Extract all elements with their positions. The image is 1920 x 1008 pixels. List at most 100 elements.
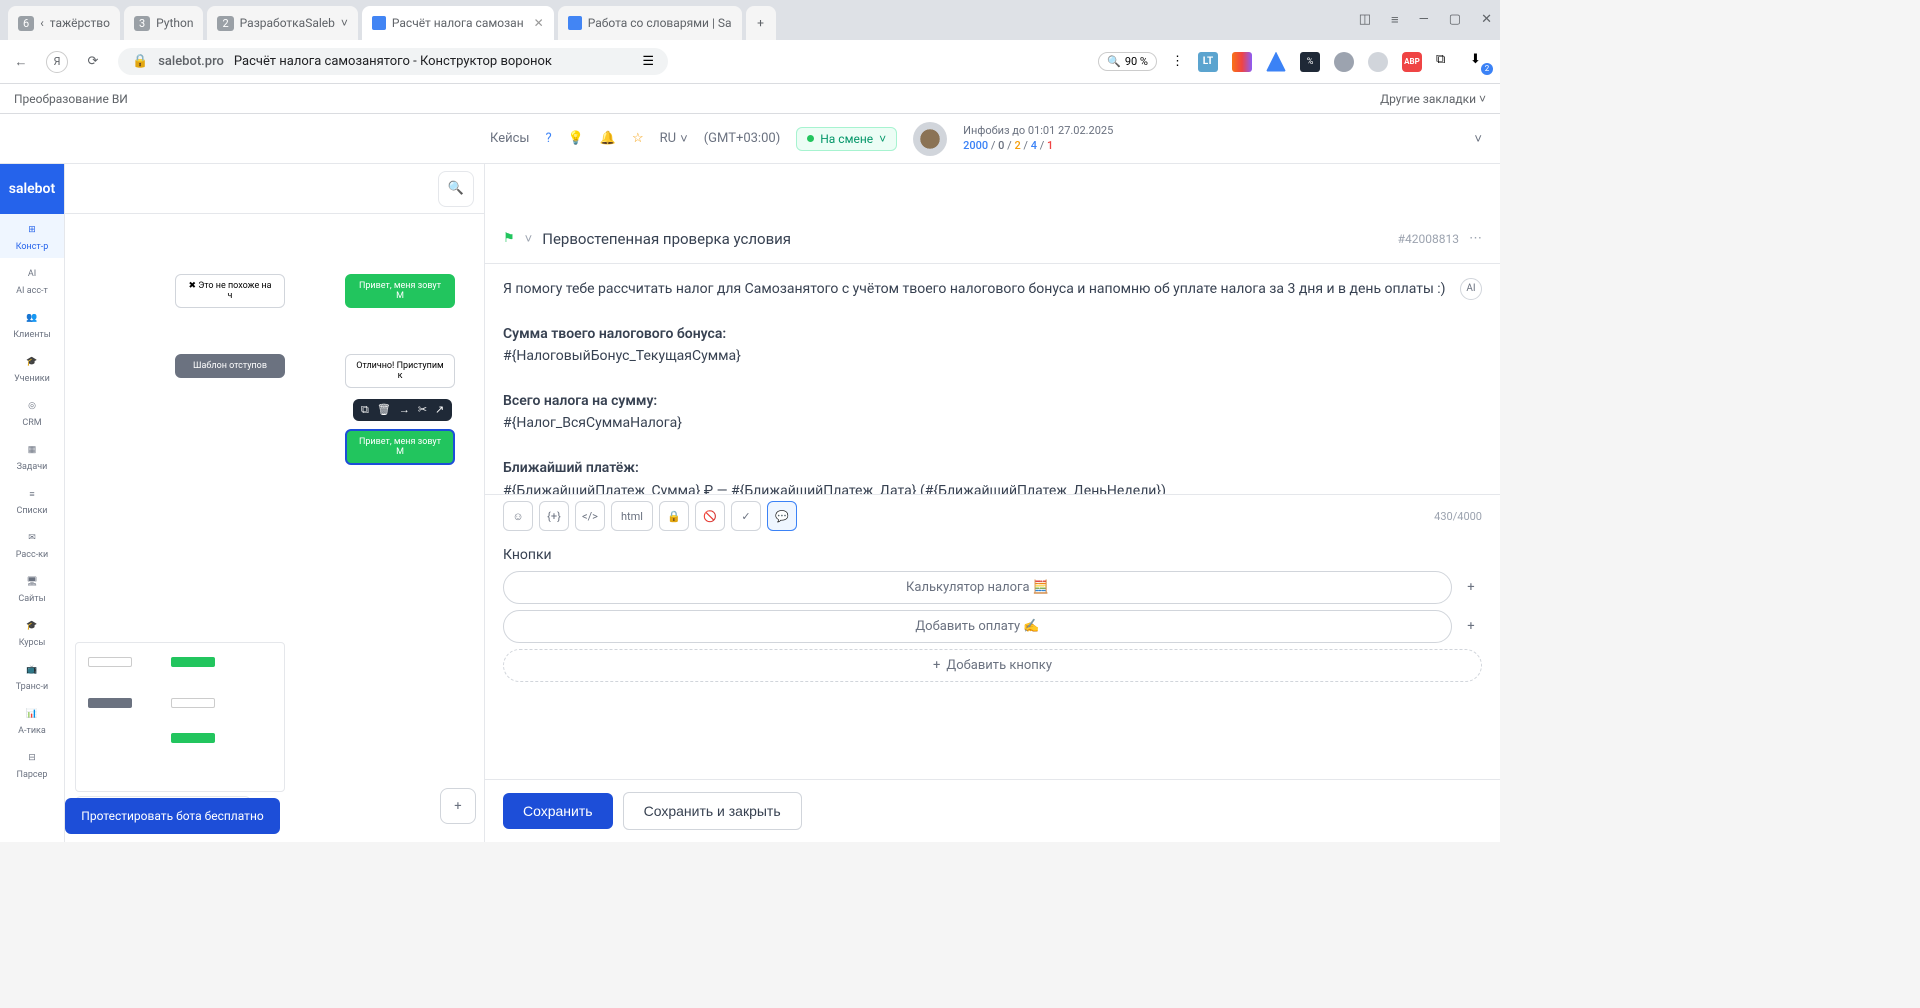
comment-icon[interactable]: 💬 xyxy=(767,501,797,531)
mailings-icon: ✉ xyxy=(22,528,42,548)
bot-button-2[interactable]: Добавить оплату ✍️ xyxy=(503,610,1452,643)
yandex-icon[interactable]: Я xyxy=(46,51,68,73)
save-close-button[interactable]: Сохранить и закрыть xyxy=(623,792,802,830)
sidebar-item-ai[interactable]: AIAI асс-т xyxy=(0,258,64,302)
flow-node-error[interactable]: ✖ Это не похоже на ч xyxy=(175,274,285,308)
sidebar-item-streams[interactable]: 📺Транс-и xyxy=(0,654,64,698)
back-icon[interactable]: ← xyxy=(10,51,32,73)
flow-node-hello[interactable]: Привет, меня зовут М xyxy=(345,274,455,308)
app-logo[interactable]: salebot xyxy=(0,164,64,214)
ext-send-icon[interactable] xyxy=(1266,52,1286,72)
help-icon[interactable]: ? xyxy=(545,131,551,146)
char-count: 430/4000 xyxy=(1434,510,1482,523)
code-icon[interactable]: </> xyxy=(575,501,605,531)
ai-icon: AI xyxy=(22,264,42,284)
ext-globe-icon[interactable] xyxy=(1334,52,1354,72)
status-select[interactable]: На смене ˅ xyxy=(796,127,897,151)
save-button[interactable]: Сохранить xyxy=(503,793,613,829)
ext-puzzle-icon[interactable]: ⧉ xyxy=(1436,52,1456,72)
check-icon[interactable]: ✓ xyxy=(731,501,761,531)
zoom-indicator[interactable]: 🔍 90 % xyxy=(1098,52,1157,71)
avatar[interactable] xyxy=(913,122,947,156)
star-icon[interactable]: ☆ xyxy=(632,131,644,146)
sidebar-item-students[interactable]: 🎓Ученики xyxy=(0,346,64,390)
browser-tab[interactable]: 2РазработкаSaleb˅ xyxy=(207,6,357,40)
add-button-inline[interactable]: + xyxy=(1460,577,1482,599)
sidebar-item-analytics[interactable]: 📊А-тика xyxy=(0,698,64,742)
cut-icon[interactable]: ✂ xyxy=(418,403,427,417)
minimize-icon[interactable]: — xyxy=(1419,12,1429,28)
chevron-down-icon[interactable]: ˅ xyxy=(1474,131,1482,147)
flow-node-proceed[interactable]: Отлично! Приступим к xyxy=(345,354,455,388)
lock-icon[interactable]: 🔒 xyxy=(659,501,689,531)
browser-tab[interactable]: 3Python xyxy=(124,6,204,40)
copy-icon[interactable]: ⧉ xyxy=(361,403,369,417)
reader-icon[interactable]: ◫ xyxy=(1359,12,1371,28)
canvas-search-button[interactable]: 🔍 xyxy=(438,171,474,207)
flow-canvas[interactable]: ✖ Это не похоже на ч Привет, меня зовут … xyxy=(65,214,484,842)
browser-tab[interactable]: 6‹тажёрство xyxy=(8,6,120,40)
address-bar: ← Я ⟳ 🔒 salebot.pro Расчёт налога самоза… xyxy=(0,40,1500,84)
buttons-section: Кнопки Калькулятор налога 🧮 + Добавить о… xyxy=(485,537,1500,692)
other-bookmarks[interactable]: Другие закладки ˅ xyxy=(1380,92,1486,106)
bookmark-item[interactable]: Преобразование ВИ xyxy=(14,92,128,106)
message-editor[interactable]: AI Я помогу тебе рассчитать налог для Са… xyxy=(485,264,1500,494)
canvas-area[interactable]: 🔍 ✖ Это не похоже на ч Привет, меня зову… xyxy=(65,164,485,842)
ext-eq-icon[interactable] xyxy=(1232,52,1252,72)
bell-icon[interactable]: 🔔 xyxy=(600,131,616,146)
browser-tab[interactable]: Работа со словарями | Sa xyxy=(558,6,742,40)
kebab-icon[interactable]: ⋮ xyxy=(1171,54,1184,69)
browser-tab-active[interactable]: Расчёт налога самозан✕ xyxy=(362,6,554,40)
sidebar-item-clients[interactable]: 👥Клиенты xyxy=(0,302,64,346)
new-tab-button[interactable]: + xyxy=(746,6,776,40)
tab-close-icon[interactable]: ✕ xyxy=(534,16,544,30)
ext-circle-icon[interactable] xyxy=(1368,52,1388,72)
no-preview-icon[interactable]: 🚫 xyxy=(695,501,725,531)
sidebar-item-parser[interactable]: ⊟Парсер xyxy=(0,742,64,786)
lang-select[interactable]: RU ˅ xyxy=(660,131,688,147)
chevron-down-icon[interactable]: ˅ xyxy=(525,231,533,247)
ai-assist-icon[interactable]: AI xyxy=(1460,278,1482,300)
flow-node-selected[interactable]: Привет, меня зовут М xyxy=(345,429,455,465)
editor-panel: ⚑ ˅ Первостепенная проверка условия #420… xyxy=(485,164,1500,842)
cases-link[interactable]: Кейсы xyxy=(490,131,529,146)
html-toggle[interactable]: html xyxy=(611,501,653,531)
sidebar-item-sites[interactable]: 🖥Сайты xyxy=(0,566,64,610)
ext-abp-icon[interactable]: ABP xyxy=(1402,52,1422,72)
delete-icon[interactable]: 🗑 xyxy=(377,403,391,417)
favicon-icon xyxy=(372,16,386,30)
sidebar-item-tasks[interactable]: ▦Задачи xyxy=(0,434,64,478)
add-block-button[interactable]: + xyxy=(440,788,476,824)
add-button-row[interactable]: + Добавить кнопку xyxy=(503,649,1482,682)
ext-lt-icon[interactable]: LT xyxy=(1198,52,1218,72)
ext-download-icon[interactable]: ⬇2 xyxy=(1470,52,1490,72)
browser-tabs-bar: 6‹тажёрство 3Python 2РазработкаSaleb˅ Ра… xyxy=(0,0,1500,40)
sidebar-item-mailings[interactable]: ✉Расс-ки xyxy=(0,522,64,566)
test-bot-button[interactable]: Протестировать бота бесплатно xyxy=(65,798,280,834)
flow-node-template[interactable]: Шаблон отступов xyxy=(175,354,285,378)
sidebar-item-lists[interactable]: ≡Списки xyxy=(0,478,64,522)
emoji-icon[interactable]: ☺ xyxy=(503,501,533,531)
link-icon[interactable]: → xyxy=(399,403,410,417)
minimap[interactable] xyxy=(75,642,285,792)
node-toolbar[interactable]: ⧉ 🗑 → ✂ ↗ xyxy=(353,399,452,421)
page-title: Расчёт налога самозанятого - Конструктор… xyxy=(234,54,552,69)
flag-icon[interactable]: ⚑ xyxy=(503,231,515,246)
bookmark-icon[interactable]: ☰ xyxy=(642,54,654,69)
variable-icon[interactable]: {+} xyxy=(539,501,569,531)
reload-icon[interactable]: ⟳ xyxy=(82,51,104,73)
sidebar-item-constructor[interactable]: ⊞Конст-р xyxy=(0,214,64,258)
maximize-icon[interactable]: ▢ xyxy=(1449,12,1461,28)
bot-button-1[interactable]: Калькулятор налога 🧮 xyxy=(503,571,1452,604)
sidebar-item-crm[interactable]: ◎CRM xyxy=(0,390,64,434)
sidebar-item-courses[interactable]: 🎓Курсы xyxy=(0,610,64,654)
more-icon[interactable]: ⋯ xyxy=(1469,231,1482,246)
menu-icon[interactable]: ≡ xyxy=(1391,12,1399,28)
share-icon[interactable]: ↗ xyxy=(435,403,444,417)
close-window-icon[interactable]: ✕ xyxy=(1481,12,1492,28)
ext-calc-icon[interactable]: % xyxy=(1300,52,1320,72)
add-button-inline[interactable]: + xyxy=(1460,616,1482,638)
url-input[interactable]: 🔒 salebot.pro Расчёт налога самозанятого… xyxy=(118,48,668,75)
editor-bonus-var: #{НалоговыйБонус_ТекущаяСумма} xyxy=(503,345,1482,367)
idea-icon[interactable]: 💡 xyxy=(568,131,584,146)
